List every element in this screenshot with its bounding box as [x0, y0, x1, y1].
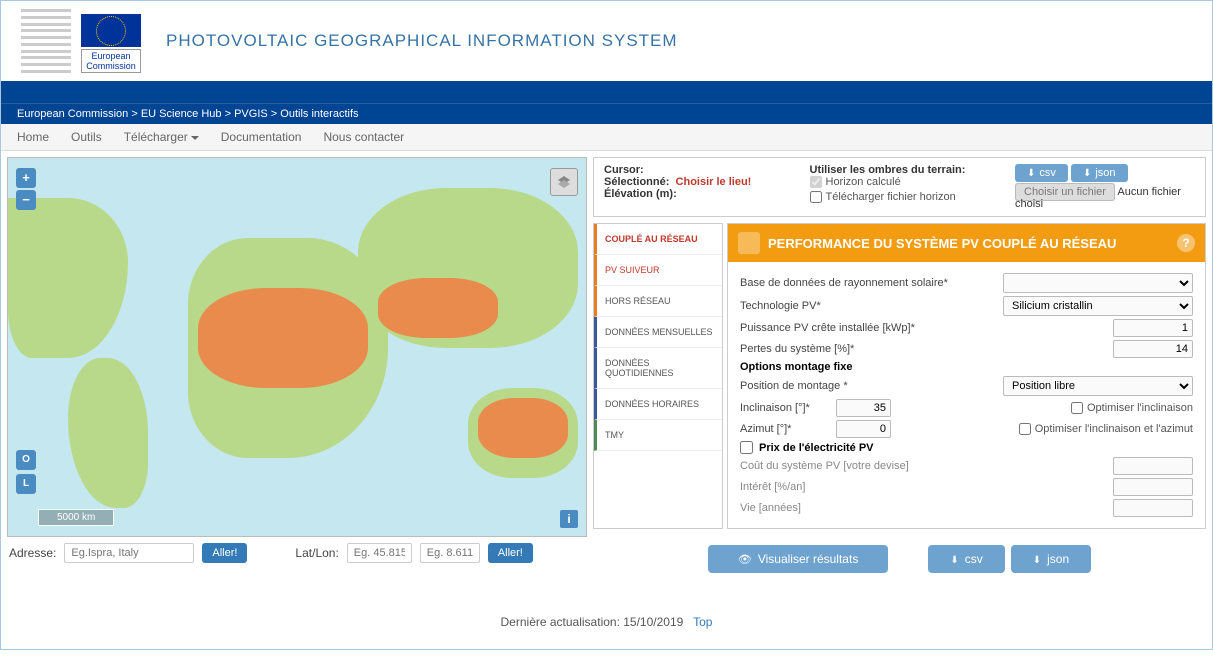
chevron-down-icon	[191, 136, 199, 140]
peak-power-input[interactable]	[1113, 319, 1193, 337]
mounting-label: Position de montage *	[740, 380, 997, 392]
eye-icon	[738, 552, 752, 566]
slope-label: Inclinaison [°]*	[740, 402, 830, 414]
zoom-in-button[interactable]: +	[16, 168, 36, 188]
csv-button[interactable]: csv	[1015, 164, 1068, 182]
mounting-select[interactable]: Position libre	[1003, 376, 1193, 396]
lifetime-input	[1113, 499, 1193, 517]
tab-grid-connected[interactable]: COUPLÉ AU RÉSEAU	[594, 224, 722, 255]
lifetime-label: Vie [années]	[740, 502, 1107, 514]
breadcrumb-item[interactable]: European Commission	[17, 108, 128, 120]
azimuth-label: Azimut [°]*	[740, 423, 830, 435]
elevation-label: Élévation (m):	[604, 188, 677, 200]
tab-tracking-pv[interactable]: PV SUIVEUR	[594, 255, 722, 286]
price-header: Prix de l'électricité PV	[759, 442, 874, 454]
system-loss-label: Pertes du système [%]*	[740, 343, 1107, 355]
interest-input	[1113, 478, 1193, 496]
main-nav: Home Outils Télécharger Documentation No…	[1, 124, 1212, 151]
address-label: Adresse:	[9, 546, 56, 560]
download-horizon-checkbox[interactable]: Télécharger fichier horizon	[810, 191, 956, 203]
tab-monthly-data[interactable]: DONNÉES MENSUELLES	[594, 317, 722, 348]
layers-icon	[556, 174, 572, 190]
visualize-button[interactable]: Visualiser résultats	[708, 545, 888, 573]
lon-input[interactable]	[420, 543, 480, 563]
system-loss-input[interactable]	[1113, 340, 1193, 358]
layers-button[interactable]	[550, 168, 578, 196]
export-csv-button[interactable]: csv	[928, 545, 1004, 573]
peak-power-label: Puissance PV crête installée [kWp]*	[740, 322, 1107, 334]
header: European Commission PHOTOVOLTAIC GEOGRAP…	[1, 1, 1212, 81]
ec-logo: European Commission	[21, 9, 116, 73]
horizon-calc-checkbox[interactable]: Horizon calculé	[810, 176, 901, 188]
map-l-button[interactable]: L	[16, 474, 36, 494]
breadcrumb: European Commission > EU Science Hub > P…	[1, 103, 1212, 124]
download-icon	[1027, 167, 1035, 179]
nav-telecharger[interactable]: Télécharger	[124, 130, 199, 144]
breadcrumb-item[interactable]: Outils interactifs	[280, 108, 358, 120]
lat-input[interactable]	[347, 543, 412, 563]
map-o-button[interactable]: O	[16, 450, 36, 470]
blue-bar	[1, 81, 1212, 103]
json-button[interactable]: json	[1071, 164, 1128, 182]
fixed-options-header: Options montage fixe	[740, 361, 1193, 373]
logo-stripes	[21, 9, 71, 73]
top-info-row: Cursor: Sélectionné: Choisir le lieu! Él…	[593, 157, 1206, 217]
nav-home[interactable]: Home	[17, 130, 49, 144]
panel-icon	[738, 232, 760, 254]
download-icon	[1083, 167, 1091, 179]
address-input[interactable]	[64, 543, 194, 563]
top-link[interactable]: Top	[693, 615, 712, 629]
breadcrumb-item[interactable]: PVGIS	[234, 108, 268, 120]
export-json-button[interactable]: json	[1011, 545, 1091, 573]
radiation-db-select[interactable]	[1003, 273, 1193, 293]
panel-header: PERFORMANCE DU SYSTÈME PV COUPLÉ AU RÉSE…	[728, 224, 1205, 262]
eu-flag-icon	[81, 14, 141, 47]
nav-contact[interactable]: Nous contacter	[323, 130, 404, 144]
tab-tmy[interactable]: TMY	[594, 420, 722, 451]
slope-input[interactable]	[836, 399, 891, 417]
ec-logo-label: European Commission	[81, 49, 141, 73]
download-icon	[1033, 552, 1041, 566]
selected-label: Sélectionné:	[604, 176, 669, 188]
map[interactable]: + − O L 5000 km i	[7, 157, 587, 537]
download-icon	[950, 552, 958, 566]
map-scale: 5000 km	[38, 509, 114, 526]
cost-input	[1113, 457, 1193, 475]
site-title: PHOTOVOLTAIC GEOGRAPHICAL INFORMATION SY…	[166, 31, 678, 51]
form-panel: PERFORMANCE DU SYSTÈME PV COUPLÉ AU RÉSE…	[727, 223, 1206, 529]
selected-value: Choisir le lieu!	[676, 176, 752, 188]
cost-label: Coût du système PV [votre devise]	[740, 460, 1107, 472]
help-icon[interactable]: ?	[1177, 234, 1195, 252]
shadow-header: Utiliser les ombres du terrain:	[810, 164, 986, 176]
tab-hourly-data[interactable]: DONNÉES HORAIRES	[594, 389, 722, 420]
technology-label: Technologie PV*	[740, 300, 997, 312]
map-info-button[interactable]: i	[560, 510, 578, 528]
latlon-label: Lat/Lon:	[295, 546, 338, 560]
breadcrumb-item[interactable]: EU Science Hub	[141, 108, 222, 120]
azimuth-input[interactable]	[836, 420, 891, 438]
footer: Dernière actualisation: 15/10/2019 Top	[1, 585, 1212, 649]
interest-label: Intérêt [%/an]	[740, 481, 1107, 493]
panel-title: PERFORMANCE DU SYSTÈME PV COUPLÉ AU RÉSE…	[768, 236, 1116, 251]
cursor-label: Cursor:	[604, 164, 644, 176]
sidebar-tabs: COUPLÉ AU RÉSEAU PV SUIVEUR HORS RÉSEAU …	[593, 223, 723, 529]
action-buttons: Visualiser résultats csv json	[593, 539, 1206, 579]
tab-daily-data[interactable]: DONNÉES QUOTIDIENNES	[594, 348, 722, 389]
price-checkbox[interactable]	[740, 441, 753, 454]
optimize-both-checkbox[interactable]: Optimiser l'inclinaison et l'azimut	[1019, 423, 1193, 435]
zoom-out-button[interactable]: −	[16, 190, 36, 210]
nav-documentation[interactable]: Documentation	[221, 130, 302, 144]
radiation-db-label: Base de données de rayonnement solaire*	[740, 277, 997, 289]
address-go-button[interactable]: Aller!	[202, 543, 247, 563]
last-updated: Dernière actualisation: 15/10/2019	[501, 615, 684, 629]
nav-outils[interactable]: Outils	[71, 130, 102, 144]
latlon-go-button[interactable]: Aller!	[488, 543, 533, 563]
tab-off-grid[interactable]: HORS RÉSEAU	[594, 286, 722, 317]
technology-select[interactable]: Silicium cristallin	[1003, 296, 1193, 316]
address-bar: Adresse: Aller! Lat/Lon: Aller!	[7, 537, 587, 569]
optimize-slope-checkbox[interactable]: Optimiser l'inclinaison	[1071, 402, 1193, 414]
